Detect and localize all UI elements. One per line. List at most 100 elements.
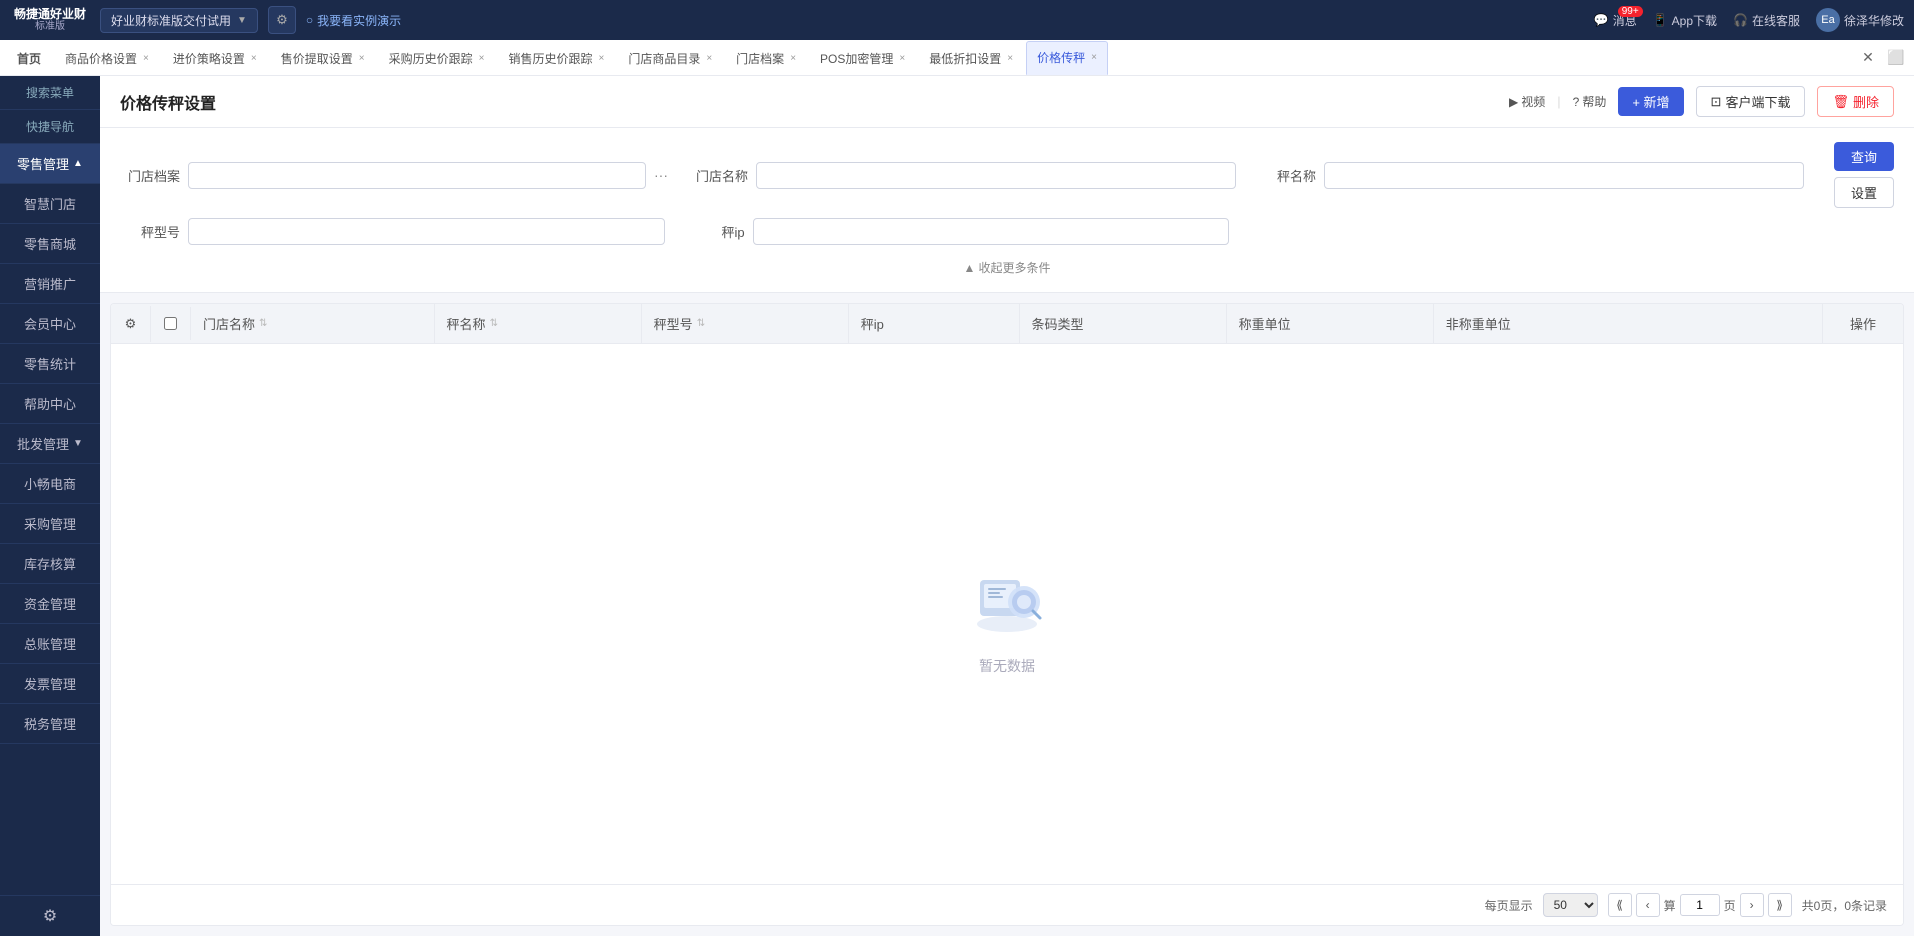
sidebar-item-retail-stats[interactable]: 零售统计 — [0, 344, 100, 384]
table-header: ⚙ 门店名称 ⇅ 秤名称 ⇅ 秤型号 ⇅ 秤ip — [111, 304, 1903, 344]
form-field-store-archive: 门店档案 ··· — [120, 162, 668, 189]
sidebar-item-purchase-manage[interactable]: 采购管理 — [0, 504, 100, 544]
page-header: 价格传秤设置 ▶ 视频 | ? 帮助 + 新增 ⊡ 客户端下载 — [100, 76, 1914, 128]
sidebar-item-inventory[interactable]: 库存核算 — [0, 544, 100, 584]
query-button[interactable]: 查询 — [1834, 142, 1894, 171]
tab-store-catalog[interactable]: 门店商品目录 × — [617, 41, 723, 75]
version-selector[interactable]: 好业财标准版交付试用 ▼ — [100, 8, 258, 33]
sidebar-search[interactable]: 搜索菜单 — [0, 76, 100, 110]
topbar-settings-button[interactable]: ⚙ — [268, 6, 296, 34]
sidebar-item-tax-label: 税务管理 — [24, 714, 76, 733]
empty-text: 暂无数据 — [979, 656, 1035, 676]
sidebar-item-marketing[interactable]: 营销推广 — [0, 264, 100, 304]
logo: 畅捷通好业财 标准版 — [10, 7, 90, 33]
page-prev-button[interactable]: ‹ — [1636, 893, 1660, 917]
th-settings[interactable]: ⚙ — [111, 306, 151, 342]
tab-purchase-strategy-close[interactable]: × — [251, 53, 257, 64]
sidebar-item-smart-store[interactable]: 智慧门店 — [0, 184, 100, 224]
page-first-button[interactable]: ⟪ — [1608, 893, 1632, 917]
tab-goods-price[interactable]: 商品价格设置 × — [54, 41, 160, 75]
tab-purchase-strategy[interactable]: 进价策略设置 × — [162, 41, 268, 75]
tab-home-label: 首页 — [17, 50, 41, 67]
sidebar-item-retail-mall[interactable]: 零售商城 — [0, 224, 100, 264]
search-form: 门店档案 ··· 门店名称 秤名称 查询 设置 — [100, 128, 1914, 293]
tab-store-archive[interactable]: 门店档案 × — [725, 41, 807, 75]
messages-button[interactable]: 💬 消息 99+ — [1594, 12, 1637, 29]
sidebar-quick-nav[interactable]: 快捷导航 — [0, 110, 100, 144]
tab-pos-manage-close[interactable]: × — [899, 53, 905, 64]
sidebar-item-finance[interactable]: 资金管理 — [0, 584, 100, 624]
tab-price-scale-label: 价格传秤 — [1037, 49, 1085, 66]
tab-home[interactable]: 首页 — [6, 41, 52, 75]
sidebar-item-member-center[interactable]: 会员中心 — [0, 304, 100, 344]
sidebar-item-general-ledger[interactable]: 总账管理 — [0, 624, 100, 664]
delete-button[interactable]: 🗑 删除 — [1817, 86, 1894, 117]
export-button[interactable]: ⊡ 客户端下载 — [1696, 86, 1806, 117]
sidebar-item-retail-manage[interactable]: 零售管理 ▲ — [0, 144, 100, 184]
tab-pos-manage[interactable]: POS加密管理 × — [809, 41, 916, 75]
page-number-input[interactable] — [1680, 894, 1720, 916]
version-dropdown-icon: ▼ — [237, 15, 247, 26]
select-all-checkbox[interactable] — [164, 317, 177, 330]
tab-min-discount[interactable]: 最低折扣设置 × — [918, 41, 1024, 75]
scale-model-label: 秤型号 — [120, 222, 180, 241]
store-archive-input[interactable] — [188, 162, 646, 189]
tab-goods-price-close[interactable]: × — [143, 53, 149, 64]
tab-price-scale[interactable]: 价格传秤 × — [1026, 41, 1108, 75]
sort-model-icon: ⇅ — [697, 318, 705, 329]
sidebar-quick-nav-label: 快捷导航 — [26, 120, 74, 134]
per-page-select[interactable]: 50 10 20 100 — [1543, 893, 1598, 917]
tab-sales-history-close[interactable]: × — [598, 53, 604, 64]
page-next-button[interactable]: › — [1740, 893, 1764, 917]
user-button[interactable]: Ea 徐泽华修改 — [1816, 8, 1904, 32]
tab-purchase-history[interactable]: 采购历史价跟踪 × — [378, 41, 496, 75]
top-bar: 畅捷通好业财 标准版 好业财标准版交付试用 ▼ ⚙ ○ 我要看实例演示 💬 消息… — [0, 0, 1914, 40]
messages-badge: 99+ — [1618, 6, 1643, 17]
page-nav: ⟪ ‹ 算 页 › ⟫ — [1608, 893, 1792, 917]
help-link[interactable]: ? 帮助 — [1573, 93, 1607, 110]
app-download-button[interactable]: 📱 App下载 — [1653, 12, 1717, 29]
app-download-label: App下载 — [1672, 12, 1717, 29]
tab-price-scale-close[interactable]: × — [1091, 52, 1097, 63]
tab-store-catalog-close[interactable]: × — [706, 53, 712, 64]
online-service-button[interactable]: 🎧 在线客服 — [1733, 12, 1800, 29]
sidebar-item-invoice-label: 发票管理 — [24, 674, 76, 693]
sidebar-item-tax[interactable]: 税务管理 — [0, 704, 100, 744]
avatar-initials: Ea — [1821, 14, 1834, 26]
scale-model-input[interactable] — [188, 218, 665, 245]
tab-pos-manage-label: POS加密管理 — [820, 50, 893, 67]
sidebar-item-help-center[interactable]: 帮助中心 — [0, 384, 100, 424]
tab-min-discount-close[interactable]: × — [1007, 53, 1013, 64]
tab-sales-history[interactable]: 销售历史价跟踪 × — [497, 41, 615, 75]
sidebar-settings-button[interactable]: ⚙ — [0, 895, 100, 936]
sidebar-item-invoice[interactable]: 发票管理 — [0, 664, 100, 704]
page-last-button[interactable]: ⟫ — [1768, 893, 1792, 917]
store-archive-ellipsis[interactable]: ··· — [654, 167, 668, 183]
tab-store-archive-close[interactable]: × — [790, 53, 796, 64]
th-store-name[interactable]: 门店名称 ⇅ — [191, 304, 435, 343]
video-link[interactable]: ▶ 视频 — [1509, 93, 1545, 110]
scale-ip-input[interactable] — [753, 218, 1230, 245]
add-button[interactable]: + 新增 — [1618, 87, 1683, 116]
th-weight-unit: 称重单位 — [1227, 304, 1434, 343]
page-title: 价格传秤设置 — [120, 90, 216, 114]
table-wrapper: ⚙ 门店名称 ⇅ 秤名称 ⇅ 秤型号 ⇅ 秤ip — [110, 303, 1904, 926]
demo-button[interactable]: ○ 我要看实例演示 — [306, 12, 401, 29]
collapse-button[interactable]: ▲ 收起更多条件 — [964, 259, 1051, 276]
set-button[interactable]: 设置 — [1834, 177, 1894, 208]
tab-close-window[interactable]: ✕ — [1856, 46, 1880, 70]
sidebar-item-wholesale[interactable]: 批发管理 ▼ — [0, 424, 100, 464]
delete-icon: 🗑 — [1832, 94, 1849, 110]
th-scale-model[interactable]: 秤型号 ⇅ — [642, 304, 849, 343]
tab-sale-extract-close[interactable]: × — [359, 53, 365, 64]
th-scale-name-label: 秤名称 — [447, 314, 486, 333]
th-scale-name[interactable]: 秤名称 ⇅ — [435, 304, 642, 343]
store-name-input[interactable] — [756, 162, 1236, 189]
scale-name-input[interactable] — [1324, 162, 1804, 189]
th-checkbox[interactable] — [151, 307, 191, 340]
tab-maximize-window[interactable]: ⬜ — [1884, 46, 1908, 70]
th-non-weight-unit-label: 非称重单位 — [1446, 314, 1511, 333]
tab-purchase-history-close[interactable]: × — [479, 53, 485, 64]
tab-sale-extract[interactable]: 售价提取设置 × — [270, 41, 376, 75]
sidebar-item-xiaochang-ecom[interactable]: 小畅电商 — [0, 464, 100, 504]
